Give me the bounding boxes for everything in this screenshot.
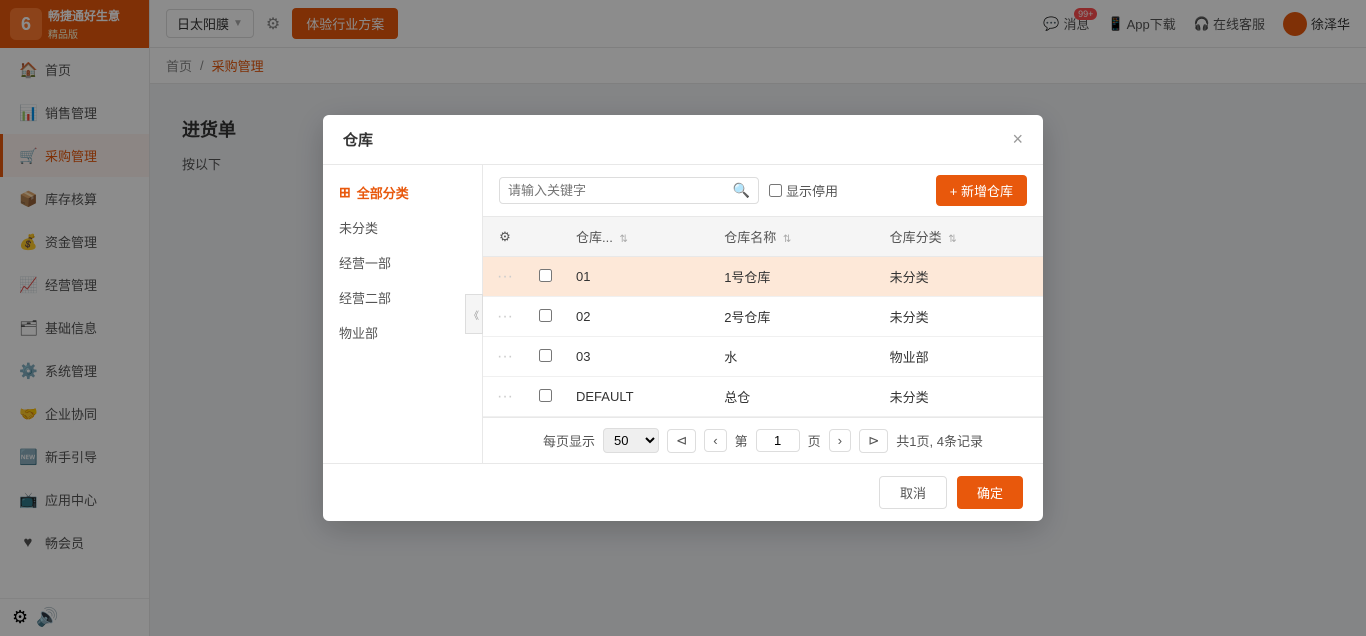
page-unit: 页 [808, 431, 821, 450]
col-category: 仓库分类 ⇅ [878, 217, 1043, 257]
row-actions: ··· [483, 297, 527, 337]
row-code: 02 [564, 297, 712, 337]
table-row[interactable]: ··· 03 水 物业部 [483, 337, 1043, 377]
row-more-icon[interactable]: ··· [497, 308, 513, 325]
show-disabled-checkbox[interactable] [769, 184, 782, 197]
per-page-label: 每页显示 [543, 431, 595, 450]
row-more-icon[interactable]: ··· [497, 388, 513, 405]
row-checkbox[interactable] [539, 349, 552, 362]
warehouse-modal: 仓库 × ⊞ 全部分类 未分类 经营一部 经营二部 [323, 115, 1043, 521]
total-info: 共1页, 4条记录 [896, 431, 983, 450]
show-disabled-label: 显示停用 [786, 181, 838, 200]
search-box: 🔍 [499, 177, 759, 204]
sort-cat-icon: ⇅ [948, 234, 956, 245]
search-input[interactable] [508, 183, 733, 198]
cat-item-2[interactable]: 经营二部 [323, 280, 482, 315]
page-prev-button[interactable]: ‹ [704, 429, 726, 452]
modal-title: 仓库 [343, 129, 373, 150]
cat-item-label-2: 经营二部 [339, 291, 391, 306]
row-checkbox-cell [527, 297, 564, 337]
cat-item-0[interactable]: 未分类 [323, 210, 482, 245]
confirm-button[interactable]: 确定 [957, 476, 1023, 509]
row-code: 01 [564, 257, 712, 297]
table-row[interactable]: ··· 01 1号仓库 未分类 [483, 257, 1043, 297]
category-all[interactable]: ⊞ 全部分类 [323, 175, 482, 210]
table-row[interactable]: ··· 02 2号仓库 未分类 [483, 297, 1043, 337]
table-wrap: ⚙ 仓库... ⇅ 仓库名称 ⇅ [483, 217, 1043, 417]
row-checkbox-cell [527, 257, 564, 297]
row-actions: ··· [483, 377, 527, 417]
row-code: DEFAULT [564, 377, 712, 417]
modal-close-button[interactable]: × [1012, 129, 1023, 150]
row-checkbox-cell [527, 377, 564, 417]
row-category: 未分类 [878, 257, 1043, 297]
modal-body: ⊞ 全部分类 未分类 经营一部 经营二部 物业部 《 [323, 165, 1043, 463]
col-code: 仓库... ⇅ [564, 217, 712, 257]
row-name: 总仓 [712, 377, 877, 417]
pagination-row: 每页显示 50 10 20 100 ⊲ ‹ 第 页 › ⊳ 共1页, 4条记录 [483, 417, 1043, 463]
show-disabled-toggle: 显示停用 [769, 181, 838, 200]
row-more-icon[interactable]: ··· [497, 268, 513, 285]
row-code: 03 [564, 337, 712, 377]
row-checkbox-cell [527, 337, 564, 377]
warehouse-table: ⚙ 仓库... ⇅ 仓库名称 ⇅ [483, 217, 1043, 417]
collapse-chevron-icon: 《 [469, 307, 479, 322]
sort-name-icon: ⇅ [783, 234, 791, 245]
col-name: 仓库名称 ⇅ [712, 217, 877, 257]
page-first-button[interactable]: ⊲ [667, 429, 696, 453]
page-number-input[interactable] [756, 429, 800, 452]
page-word: 第 [735, 431, 748, 450]
col-gear: ⚙ [483, 217, 527, 257]
row-name: 2号仓库 [712, 297, 877, 337]
modal-overlay: 仓库 × ⊞ 全部分类 未分类 经营一部 经营二部 [0, 0, 1366, 636]
cat-item-label-0: 未分类 [339, 221, 378, 236]
cat-item-label-1: 经营一部 [339, 256, 391, 271]
add-warehouse-button[interactable]: + 新增仓库 [936, 175, 1027, 206]
category-panel: ⊞ 全部分类 未分类 经营一部 经营二部 物业部 《 [323, 165, 483, 463]
page-last-button[interactable]: ⊳ [859, 429, 888, 453]
cat-item-1[interactable]: 经营一部 [323, 245, 482, 280]
row-checkbox[interactable] [539, 269, 552, 282]
row-checkbox[interactable] [539, 309, 552, 322]
per-page-select[interactable]: 50 10 20 100 [603, 428, 659, 453]
cat-item-3[interactable]: 物业部 [323, 315, 482, 350]
cat-all-label: 全部分类 [357, 183, 409, 202]
cat-right: 🔍 显示停用 + 新增仓库 ⚙ [483, 165, 1043, 463]
search-icon[interactable]: 🔍 [733, 182, 750, 199]
cancel-button[interactable]: 取消 [879, 476, 947, 509]
sort-code-icon: ⇅ [619, 234, 627, 245]
row-more-icon[interactable]: ··· [497, 348, 513, 365]
toolbar-row: 🔍 显示停用 + 新增仓库 [483, 165, 1043, 217]
cat-item-label-3: 物业部 [339, 326, 378, 341]
row-checkbox[interactable] [539, 389, 552, 402]
row-category: 未分类 [878, 377, 1043, 417]
row-category: 物业部 [878, 337, 1043, 377]
row-actions: ··· [483, 337, 527, 377]
page-next-button[interactable]: › [829, 429, 851, 452]
col-check [527, 217, 564, 257]
cat-collapse-button[interactable]: 《 [465, 294, 483, 334]
grid-icon: ⊞ [339, 184, 351, 201]
row-actions: ··· [483, 257, 527, 297]
modal-footer: 取消 确定 [323, 463, 1043, 521]
modal-header: 仓库 × [323, 115, 1043, 165]
row-name: 水 [712, 337, 877, 377]
row-name: 1号仓库 [712, 257, 877, 297]
table-row[interactable]: ··· DEFAULT 总仓 未分类 [483, 377, 1043, 417]
row-category: 未分类 [878, 297, 1043, 337]
